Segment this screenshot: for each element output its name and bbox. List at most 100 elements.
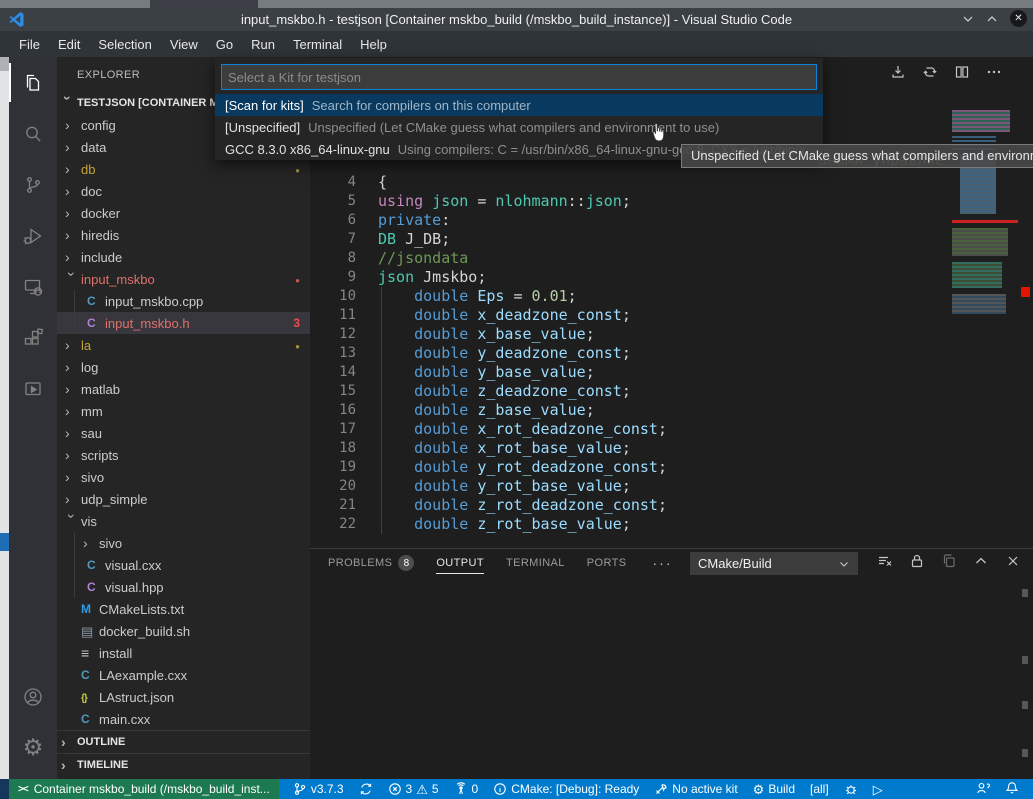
menu-item[interactable]: Selection	[89, 31, 160, 57]
outline-section-header[interactable]: OUTLINE	[57, 730, 310, 753]
sync-icon	[360, 783, 371, 795]
close-panel-icon[interactable]	[1005, 553, 1021, 574]
line-number: 4	[347, 174, 356, 190]
tree-item[interactable]: LAexample.cxx	[57, 664, 310, 686]
tree-item[interactable]: input_mskbo	[57, 268, 310, 290]
tree-item[interactable]: sivo	[57, 532, 310, 554]
quickpick-input[interactable]	[221, 64, 817, 90]
tree-item[interactable]: include	[57, 246, 310, 268]
tree-item[interactable]: matlab	[57, 378, 310, 400]
run-debug-icon[interactable]	[9, 210, 57, 261]
tree-item[interactable]: sivo	[57, 466, 310, 488]
clear-output-icon[interactable]	[877, 553, 893, 574]
panel-scrollbar-mark	[1022, 656, 1028, 664]
code-line: 12 double x_base_value;	[310, 325, 970, 344]
maximize-panel-icon[interactable]	[973, 553, 989, 574]
build-target[interactable]: [all]	[806, 782, 833, 796]
panel-scrollbar-mark	[1022, 589, 1028, 597]
menubar: File Edit Selection View Go Run Terminal Help	[0, 31, 1033, 57]
line-number: 14	[339, 364, 356, 380]
download-icon[interactable]	[890, 64, 906, 85]
menu-item[interactable]: Terminal	[284, 31, 351, 57]
tree-item[interactable]: visual.hpp	[57, 576, 310, 598]
more-actions-icon[interactable]	[986, 64, 1002, 85]
tree-item[interactable]: hiredis	[57, 224, 310, 246]
more-tabs-icon[interactable]: ···	[653, 555, 673, 571]
panel-tab[interactable]: OUTPUT	[436, 549, 484, 577]
tree-item[interactable]: log	[57, 356, 310, 378]
problems-status[interactable]: 3 ⚠ 5	[384, 782, 443, 796]
output-channel-select[interactable]: CMake/Build	[690, 552, 858, 575]
kit-status[interactable]: No active kit	[650, 782, 741, 796]
extensions-icon[interactable]	[9, 312, 57, 363]
panel-tab[interactable]: PROBLEMS 8	[328, 549, 415, 577]
tree-item[interactable]: db	[57, 158, 310, 180]
split-editor-icon[interactable]	[954, 64, 970, 85]
tree-item[interactable]: CMakeLists.txt	[57, 598, 310, 620]
feedback-icon[interactable]	[976, 781, 991, 798]
panel-tab[interactable]: PORTS	[587, 549, 627, 577]
timeline-section-header[interactable]: TIMELINE	[57, 753, 310, 776]
quickpick-item[interactable]: [Scan for kits] Search for compilers on …	[215, 94, 823, 116]
tree-item[interactable]: input_mskbo.h 3	[57, 312, 310, 334]
menu-item[interactable]: File	[10, 31, 49, 57]
tree-item[interactable]: docker_build.sh	[57, 620, 310, 642]
tree-item[interactable]: la	[57, 334, 310, 356]
tree-item[interactable]: vis	[57, 510, 310, 532]
tree-item[interactable]: sau	[57, 422, 310, 444]
panel-scrollbar-mark	[1022, 749, 1028, 757]
explorer-icon[interactable]	[9, 57, 57, 108]
file-icon	[81, 669, 99, 681]
copy-icon[interactable]	[941, 553, 957, 574]
tree-item[interactable]: install	[57, 642, 310, 664]
debug-target-button[interactable]	[840, 782, 862, 796]
launch-target-button[interactable]: ▷	[869, 783, 887, 796]
maximize-button[interactable]	[986, 13, 998, 25]
cmake-status[interactable]: CMake: [Debug]: Ready	[489, 782, 643, 796]
tree-item[interactable]: LAstruct.json	[57, 686, 310, 708]
tree-item[interactable]: doc	[57, 180, 310, 202]
lock-scroll-icon[interactable]	[909, 553, 925, 574]
git-branch-status[interactable]: v3.7.3	[289, 782, 348, 796]
tree-item[interactable]: visual.cxx	[57, 554, 310, 576]
menu-item[interactable]: Run	[242, 31, 284, 57]
code-text: double z_rot_base_value;	[414, 515, 631, 533]
ports-status[interactable]: 0	[450, 782, 483, 796]
code-line: 16 double z_base_value;	[310, 401, 970, 420]
menu-item[interactable]: Help	[351, 31, 396, 57]
tree-item[interactable]: input_mskbo.cpp	[57, 290, 310, 312]
panel-preview-icon[interactable]	[9, 363, 57, 414]
file-icon	[81, 713, 99, 725]
code-text: DB J_DB;	[378, 230, 451, 248]
menu-item[interactable]: View	[161, 31, 207, 57]
account-icon[interactable]	[9, 671, 57, 722]
output-log[interactable]: [build] /home/testjson/db/db.cpp: In mem…	[330, 582, 1030, 799]
sync-status[interactable]	[355, 782, 377, 796]
menu-item[interactable]: Go	[207, 31, 242, 57]
close-button[interactable]: ✕	[1010, 10, 1027, 27]
compare-changes-icon[interactable]	[922, 64, 938, 85]
minimize-button[interactable]	[962, 13, 974, 25]
chevron-icon	[65, 272, 79, 288]
code-view[interactable]: 4 { 5 using json = nlohmann::json; 6 pri…	[310, 173, 970, 534]
tree-item[interactable]: udp_simple	[57, 488, 310, 510]
panel-scrollbar-mark	[1022, 701, 1028, 709]
remote-indicator[interactable]: >< Container mskbo_build (/mskbo_build_i…	[9, 779, 279, 799]
settings-gear-icon[interactable]: ⚙	[9, 722, 57, 773]
chevron-down-icon	[840, 561, 848, 567]
panel-tab[interactable]: TERMINAL	[506, 549, 565, 577]
chevron-icon	[65, 492, 81, 506]
quickpick-item[interactable]: [Unspecified] Unspecified (Let CMake gue…	[215, 116, 823, 138]
build-button[interactable]: ⚙ Build	[749, 782, 799, 796]
menu-item[interactable]: Edit	[49, 31, 89, 57]
tree-item[interactable]: mm	[57, 400, 310, 422]
remote-explorer-icon[interactable]	[9, 261, 57, 312]
tree-item[interactable]: scripts	[57, 444, 310, 466]
tree-item[interactable]: docker	[57, 202, 310, 224]
source-control-icon[interactable]	[9, 159, 57, 210]
code-text: double x_rot_deadzone_const;	[414, 420, 667, 438]
search-icon[interactable]	[9, 108, 57, 159]
chevron-icon	[65, 426, 81, 440]
tree-item[interactable]: main.cxx	[57, 708, 310, 730]
notifications-bell-icon[interactable]	[1005, 781, 1019, 798]
